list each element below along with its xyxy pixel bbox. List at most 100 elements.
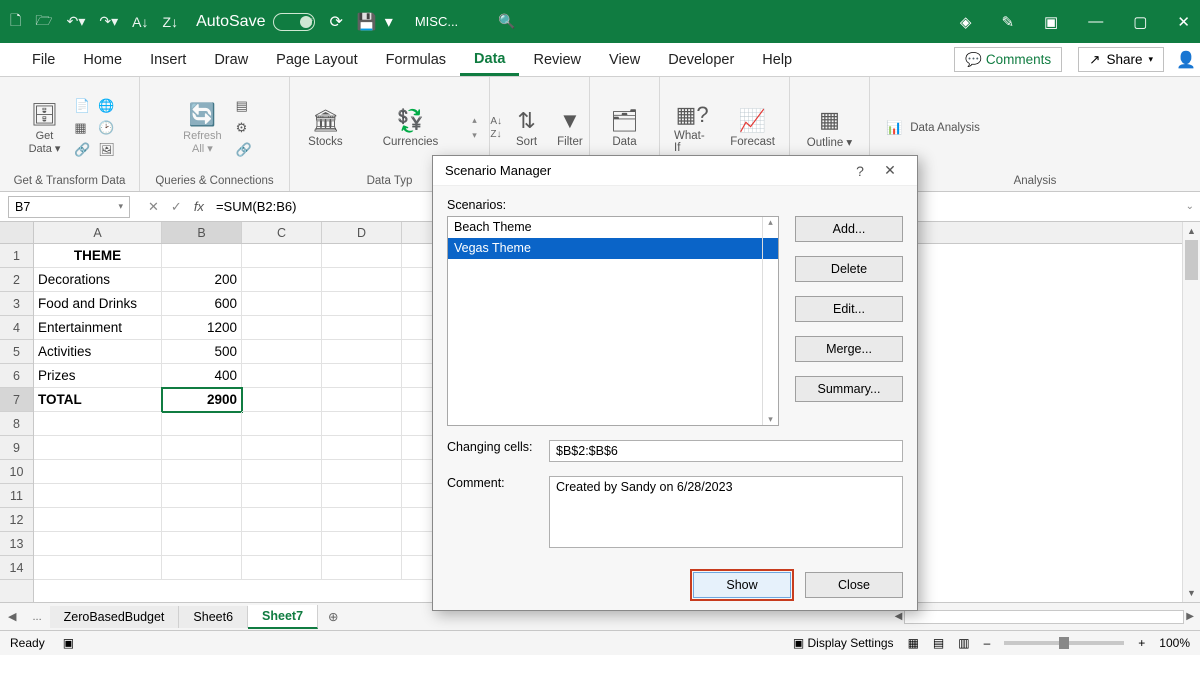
view-break-icon[interactable]: ▥ xyxy=(958,636,969,650)
horizontal-scrollbar[interactable] xyxy=(904,610,1184,624)
cell[interactable] xyxy=(162,244,242,268)
row-header[interactable]: 2 xyxy=(0,268,33,292)
cell[interactable] xyxy=(242,244,322,268)
sort-asc-icon[interactable]: A↓ xyxy=(132,14,148,30)
sort-button[interactable]: ⇅Sort xyxy=(510,104,543,152)
close-icon[interactable]: ✕ xyxy=(1177,13,1190,31)
cell[interactable] xyxy=(162,532,242,556)
sort-desc-icon[interactable]: Z↓ xyxy=(163,14,179,30)
edit-links-icon[interactable]: 🔗 xyxy=(236,142,252,158)
recent-icon[interactable]: 🕑 xyxy=(98,120,116,136)
from-web-icon[interactable]: 🌐 xyxy=(98,98,116,114)
scenarios-listbox[interactable]: Beach Theme Vegas Theme ▴▾ xyxy=(447,216,779,426)
open-icon[interactable]: 🗁 xyxy=(35,10,52,34)
whatif-button[interactable]: ▦?What-If xyxy=(668,98,716,158)
cell[interactable] xyxy=(242,412,322,436)
refresh-icon[interactable]: ⟳ xyxy=(329,12,342,32)
tab-developer[interactable]: Developer xyxy=(654,43,748,76)
zoom-in-icon[interactable]: + xyxy=(1138,636,1145,650)
row-header[interactable]: 10 xyxy=(0,460,33,484)
sheet-tab[interactable]: ZeroBasedBudget xyxy=(50,606,180,628)
zoom-slider[interactable] xyxy=(1004,641,1124,645)
cell[interactable] xyxy=(242,484,322,508)
cell[interactable] xyxy=(162,556,242,580)
cell[interactable] xyxy=(322,292,402,316)
row-header[interactable]: 5 xyxy=(0,340,33,364)
cell[interactable]: TOTAL xyxy=(34,388,162,412)
display-settings-button[interactable]: ▣ Display Settings xyxy=(793,636,894,650)
stocks-button[interactable]: 🏛Stocks xyxy=(302,104,349,152)
cell[interactable] xyxy=(162,460,242,484)
cell[interactable] xyxy=(34,460,162,484)
autosave[interactable]: AutoSave Off xyxy=(196,13,315,31)
connections-icon[interactable]: 🔗 xyxy=(74,142,92,158)
select-all-corner[interactable] xyxy=(0,222,33,244)
close-button[interactable]: Close xyxy=(805,572,903,598)
show-button[interactable]: Show xyxy=(693,572,791,598)
tab-home[interactable]: Home xyxy=(69,43,136,76)
cell[interactable] xyxy=(322,436,402,460)
column-header[interactable]: B xyxy=(162,222,242,243)
share-button[interactable]: ↗Share▾ xyxy=(1078,47,1164,72)
tab-view[interactable]: View xyxy=(595,43,654,76)
cell[interactable] xyxy=(34,556,162,580)
row-header[interactable]: 8 xyxy=(0,412,33,436)
tab-review[interactable]: Review xyxy=(519,43,595,76)
cell[interactable] xyxy=(322,388,402,412)
cell[interactable]: Activities xyxy=(34,340,162,364)
cell[interactable] xyxy=(242,532,322,556)
cell[interactable] xyxy=(322,484,402,508)
cell[interactable] xyxy=(322,556,402,580)
comments-button[interactable]: 💬Comments xyxy=(954,47,1062,72)
user-icon[interactable]: 👤 xyxy=(1172,43,1200,76)
cell[interactable]: Prizes xyxy=(34,364,162,388)
window-icon[interactable]: ▣ xyxy=(1044,13,1058,31)
filter-button[interactable]: ▼Filter xyxy=(551,104,589,152)
view-normal-icon[interactable]: ▦ xyxy=(908,636,919,650)
cell[interactable] xyxy=(242,316,322,340)
edit-scenario-button[interactable]: Edit... xyxy=(795,296,903,322)
vertical-scrollbar[interactable]: ▲ ▼ xyxy=(1182,222,1200,602)
scenario-item-selected[interactable]: Vegas Theme xyxy=(448,238,778,259)
cell[interactable] xyxy=(162,412,242,436)
get-data-button[interactable]: 🗄Get Data ▾ xyxy=(23,98,67,159)
dialog-help-icon[interactable]: ? xyxy=(845,163,875,179)
cell[interactable]: 1200 xyxy=(162,316,242,340)
name-box[interactable]: B7▾ xyxy=(8,196,130,218)
cell[interactable] xyxy=(242,388,322,412)
outline-button[interactable]: ▦Outline ▾ xyxy=(801,103,858,153)
cell[interactable] xyxy=(162,436,242,460)
tab-nav-prev[interactable]: ◀ xyxy=(0,610,24,623)
tab-draw[interactable]: Draw xyxy=(200,43,262,76)
cell[interactable] xyxy=(322,508,402,532)
scenario-item[interactable]: Beach Theme xyxy=(448,217,778,238)
cell[interactable] xyxy=(162,508,242,532)
view-layout-icon[interactable]: ▤ xyxy=(933,636,944,650)
row-header[interactable]: 14 xyxy=(0,556,33,580)
tab-data[interactable]: Data xyxy=(460,43,519,76)
cell[interactable] xyxy=(242,268,322,292)
queries-icon[interactable]: ▤ xyxy=(236,98,252,114)
sheet-tab-active[interactable]: Sheet7 xyxy=(248,605,318,629)
cell[interactable] xyxy=(34,508,162,532)
add-sheet-button[interactable]: ⊕ xyxy=(318,609,348,624)
cell[interactable] xyxy=(322,268,402,292)
cell[interactable] xyxy=(242,364,322,388)
cell[interactable] xyxy=(242,292,322,316)
cancel-formula-icon[interactable]: ✕ xyxy=(148,199,159,215)
cell[interactable]: Entertainment xyxy=(34,316,162,340)
data-analysis-icon[interactable]: 📊 xyxy=(886,120,902,136)
cell[interactable] xyxy=(34,436,162,460)
add-scenario-button[interactable]: Add... xyxy=(795,216,903,242)
cell[interactable] xyxy=(242,460,322,484)
merge-button[interactable]: Merge... xyxy=(795,336,903,362)
fx-icon[interactable]: fx xyxy=(194,199,204,214)
cell[interactable] xyxy=(242,340,322,364)
column-header[interactable]: D xyxy=(322,222,402,243)
hscroll-left-icon[interactable]: ◀ xyxy=(895,611,903,622)
cell[interactable] xyxy=(322,364,402,388)
row-header[interactable]: 7 xyxy=(0,388,33,412)
enter-formula-icon[interactable]: ✓ xyxy=(171,199,182,215)
cell[interactable] xyxy=(242,556,322,580)
column-header[interactable]: C xyxy=(242,222,322,243)
